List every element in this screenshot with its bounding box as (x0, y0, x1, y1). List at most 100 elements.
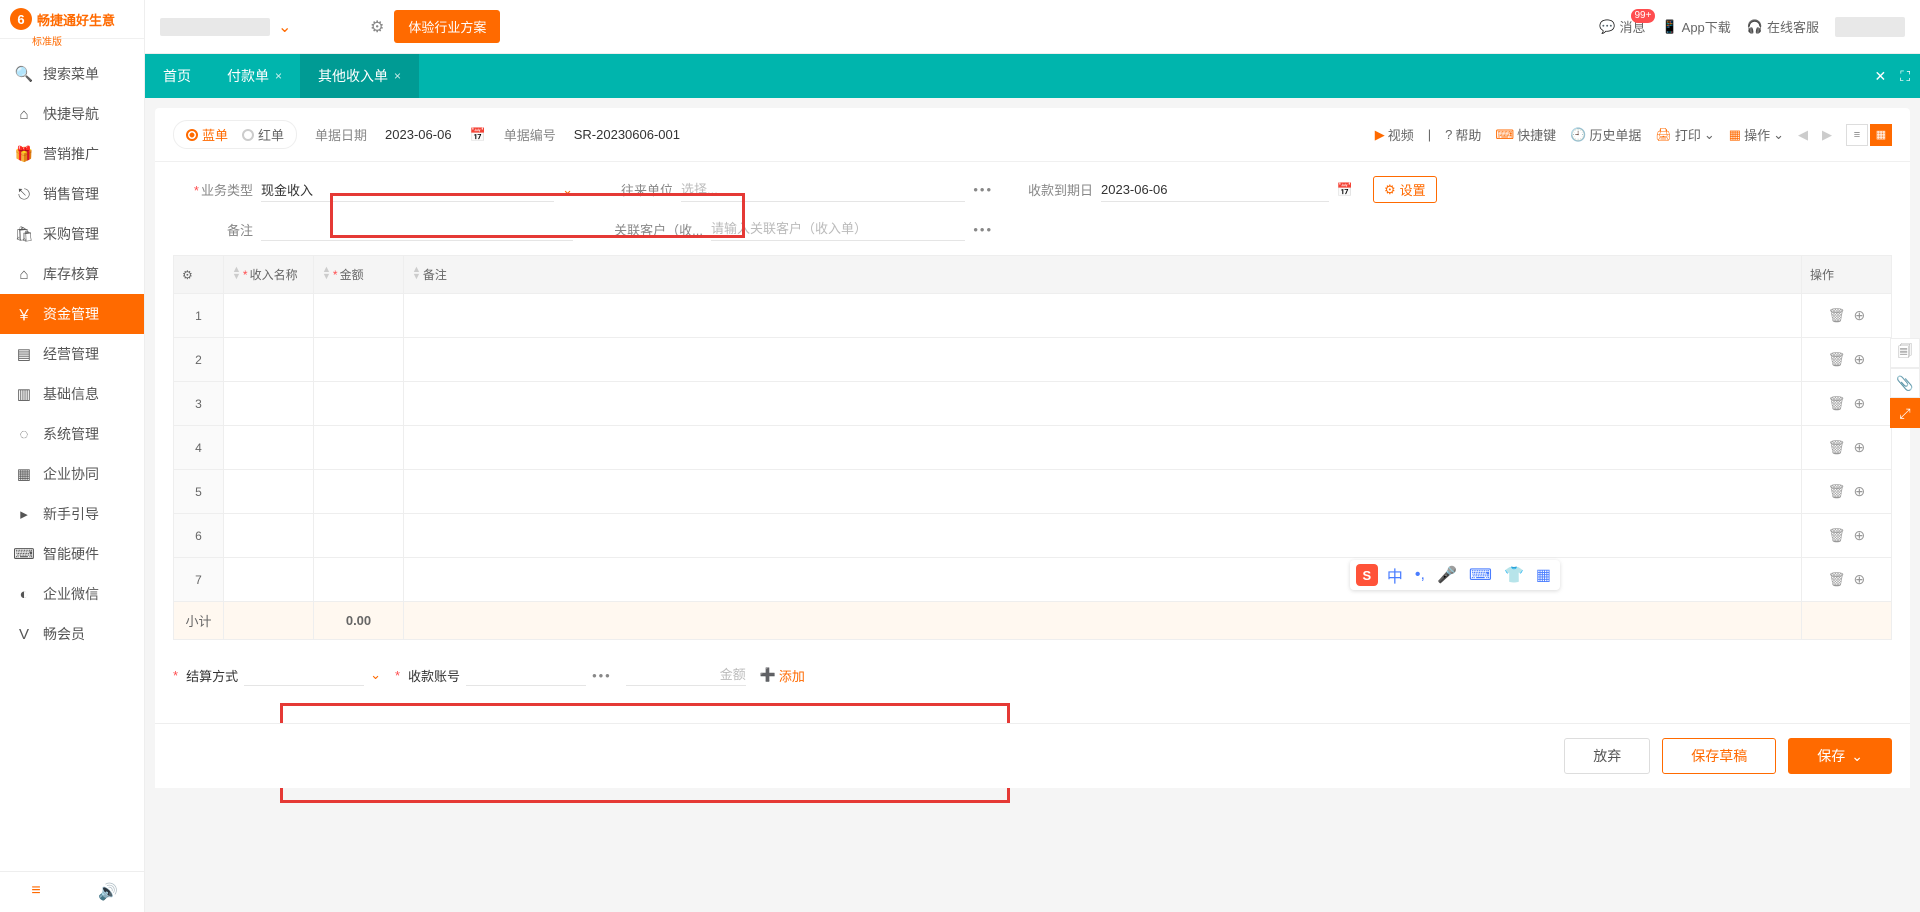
table-row[interactable]: 6🗑⊕ (174, 514, 1892, 558)
radio-red[interactable]: 红单 (242, 125, 284, 144)
copy-icon[interactable]: ⊕ (1854, 395, 1866, 412)
view-list-icon[interactable]: ≡ (1846, 124, 1868, 146)
nav-hardware[interactable]: ⌨智能硬件 (0, 534, 144, 574)
settle-method-field[interactable]: *结算方式 ⌄ (173, 664, 381, 686)
next-icon[interactable]: ▶ (1822, 127, 1832, 143)
due-date-input[interactable] (1101, 178, 1329, 202)
note-icon[interactable]: 🗐 (1890, 338, 1920, 368)
nav-quick[interactable]: ⌂快捷导航 (0, 94, 144, 134)
copy-icon[interactable]: ⊕ (1854, 483, 1866, 500)
tab-home[interactable]: 首页 (145, 54, 209, 98)
copy-icon[interactable]: ⊕ (1854, 351, 1866, 368)
settle-method-input[interactable] (244, 664, 364, 686)
more-icon[interactable]: ••• (973, 182, 993, 197)
delete-icon[interactable]: 🗑 (1828, 483, 1846, 500)
ime-toolbar[interactable]: S 中 •, 🎤 ⌨ 👕 ▦ (1350, 560, 1560, 590)
table-row[interactable]: 2🗑⊕ (174, 338, 1892, 382)
settle-amount-input[interactable] (626, 664, 746, 686)
nav-inventory[interactable]: ⌂库存核算 (0, 254, 144, 294)
settings-button[interactable]: ⚙设置 (1373, 176, 1437, 203)
messages-button[interactable]: 💬 消息 99+ (1599, 17, 1645, 36)
nav-marketing[interactable]: 🎁营销推广 (0, 134, 144, 174)
nav-collab[interactable]: ▦企业协同 (0, 454, 144, 494)
help-button[interactable]: ?帮助 (1445, 125, 1481, 144)
col-income-name[interactable]: ▲▼*收入名称 (224, 256, 314, 294)
video-button[interactable]: ▶视频 (1375, 125, 1414, 144)
nav-basic[interactable]: ▥基础信息 (0, 374, 144, 414)
prev-icon[interactable]: ◀ (1798, 127, 1808, 143)
tab-other-income[interactable]: 其他收入单× (300, 54, 419, 98)
ime-lang[interactable]: 中 (1384, 563, 1406, 587)
delete-icon[interactable]: 🗑 (1828, 395, 1846, 412)
nav-sales[interactable]: ⎋销售管理 (0, 174, 144, 214)
more-icon[interactable]: ••• (973, 222, 993, 237)
table-row[interactable]: 4🗑⊕ (174, 426, 1892, 470)
online-service-button[interactable]: 🎧在线客服 (1747, 17, 1819, 36)
delete-icon[interactable]: 🗑 (1828, 527, 1846, 544)
org-selector[interactable]: ⌄ (160, 17, 360, 37)
delete-icon[interactable]: 🗑 (1828, 571, 1846, 588)
account-field[interactable]: *收款账号 ••• (395, 664, 612, 686)
add-settle-button[interactable]: ➕添加 (760, 666, 805, 685)
gear-icon[interactable]: ⚙ (370, 17, 384, 37)
delete-icon[interactable]: 🗑 (1828, 351, 1846, 368)
close-all-icon[interactable]: ✕ (1874, 68, 1886, 85)
col-remark[interactable]: ▲▼备注 (404, 256, 1802, 294)
nav-wechat[interactable]: ◐企业微信 (0, 574, 144, 614)
nav-vip[interactable]: V畅会员 (0, 614, 144, 654)
rel-customer-input[interactable] (711, 217, 965, 241)
nav-search-menu[interactable]: 🔍搜索菜单 (0, 54, 144, 94)
nav-purchase[interactable]: 🛍采购管理 (0, 214, 144, 254)
view-card-icon[interactable]: ▦ (1870, 124, 1892, 146)
calendar-icon[interactable]: 📅 (470, 127, 486, 143)
col-settings[interactable]: ⚙ (174, 256, 224, 294)
copy-icon[interactable]: ⊕ (1854, 527, 1866, 544)
user-avatar-blur[interactable] (1835, 17, 1905, 37)
col-amount[interactable]: ▲▼*金额 (314, 256, 404, 294)
delete-icon[interactable]: 🗑 (1828, 307, 1846, 324)
table-row[interactable]: 7🗑⊕ (174, 558, 1892, 602)
table-row[interactable]: 1🗑⊕ (174, 294, 1892, 338)
close-icon[interactable]: × (275, 69, 282, 83)
copy-icon[interactable]: ⊕ (1854, 439, 1866, 456)
fullscreen-icon[interactable]: ⛶ (1900, 68, 1910, 85)
ime-mic-icon[interactable]: 🎤 (1434, 565, 1460, 585)
highlight-biz-type (330, 193, 745, 238)
try-industry-button[interactable]: 体验行业方案 (394, 10, 500, 43)
shortcut-button[interactable]: ⌨快捷键 (1495, 125, 1556, 144)
save-draft-button[interactable]: 保存草稿 (1662, 738, 1776, 774)
save-button[interactable]: 保存⌄ (1788, 738, 1892, 774)
collapse-icon[interactable]: ≡ (0, 872, 72, 912)
ops-button[interactable]: ▦操作⌄ (1729, 125, 1784, 144)
copy-icon[interactable]: ⊕ (1854, 307, 1866, 324)
nav-funds[interactable]: ￥资金管理 (0, 294, 144, 334)
close-icon[interactable]: × (394, 69, 401, 83)
account-input[interactable] (466, 664, 586, 686)
more-icon[interactable]: ••• (592, 668, 612, 683)
ime-keyboard-icon[interactable]: ⌨ (1466, 565, 1495, 585)
sound-icon[interactable]: 🔊 (72, 872, 144, 912)
due-date-field[interactable]: 收款到期日 📅 (1013, 178, 1353, 202)
table-row[interactable]: 3🗑⊕ (174, 382, 1892, 426)
ime-punct-icon[interactable]: •, (1412, 566, 1428, 584)
expand-icon[interactable]: ⤢ (1890, 398, 1920, 428)
settle-amount-field[interactable] (626, 664, 746, 686)
nav-operation[interactable]: ▤经营管理 (0, 334, 144, 374)
nav-system[interactable]: ◌系统管理 (0, 414, 144, 454)
ime-skin-icon[interactable]: 👕 (1501, 565, 1527, 585)
delete-icon[interactable]: 🗑 (1828, 439, 1846, 456)
app-download-button[interactable]: 📱App下载 (1661, 17, 1730, 36)
ime-toolbox-icon[interactable]: ▦ (1533, 565, 1554, 585)
calendar-icon[interactable]: 📅 (1337, 182, 1353, 198)
radio-blue[interactable]: 蓝单 (186, 125, 228, 144)
chevron-down-icon[interactable]: ⌄ (370, 667, 381, 683)
print-button[interactable]: 🖨打印⌄ (1655, 125, 1714, 144)
nav-guide[interactable]: ▸新手引导 (0, 494, 144, 534)
table-row[interactable]: 5🗑⊕ (174, 470, 1892, 514)
attach-icon[interactable]: 📎 (1890, 368, 1920, 398)
doc-date-value[interactable]: 2023-06-06 (385, 127, 452, 142)
tab-payment[interactable]: 付款单× (209, 54, 300, 98)
history-button[interactable]: 🕘历史单据 (1570, 125, 1641, 144)
discard-button[interactable]: 放弃 (1564, 738, 1650, 774)
copy-icon[interactable]: ⊕ (1854, 571, 1866, 588)
